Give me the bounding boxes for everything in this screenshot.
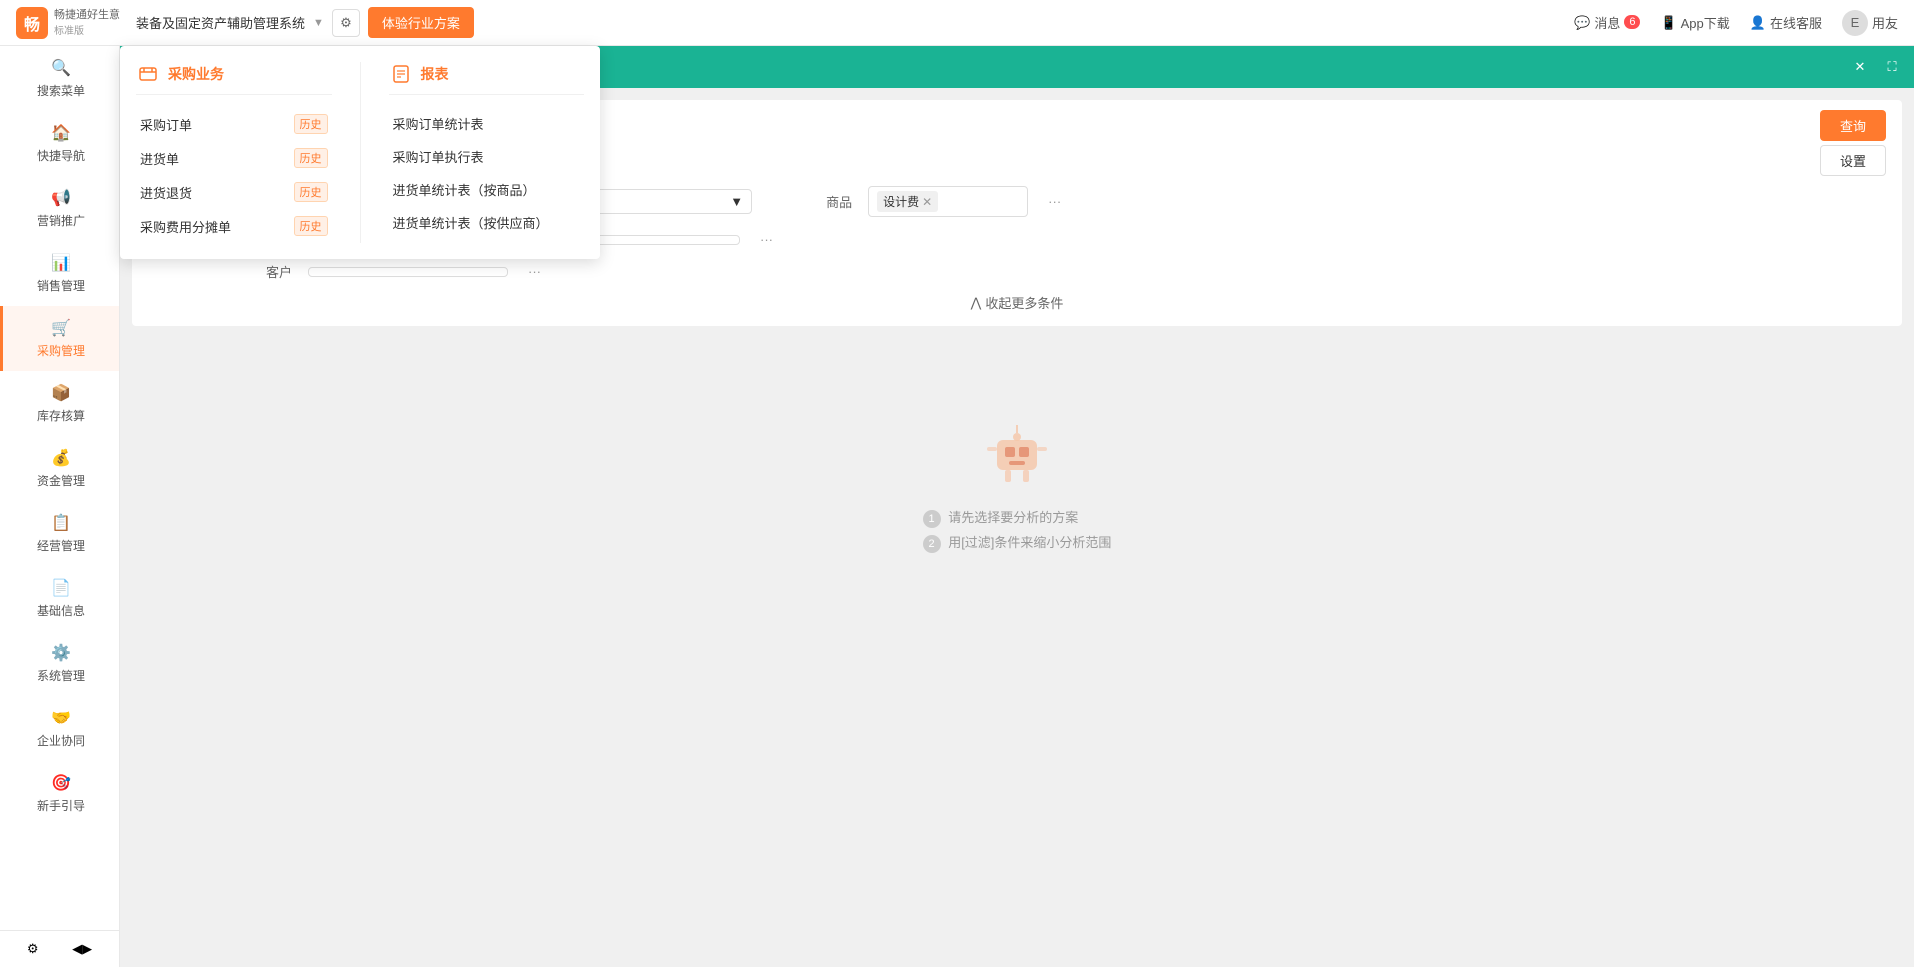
sidebar-item-inventory[interactable]: 📦 库存核算 <box>0 371 119 436</box>
message-icon: 💬 <box>1574 15 1590 31</box>
filter-row-customer: 客户 ··· <box>148 262 1886 281</box>
logo-text: 畅捷通好生意 标准版 <box>54 8 120 37</box>
sidebar-item-guide[interactable]: 🎯 新手引导 <box>0 761 119 826</box>
sidebar-item-system[interactable]: ⚙️ 系统管理 <box>0 631 119 696</box>
search-icon: 🔍 <box>51 58 71 78</box>
setting-button[interactable]: 设置 <box>1820 145 1886 176</box>
tab-close-btn[interactable]: ✕ <box>1846 53 1874 81</box>
doc-status-dropdown-icon: ▼ <box>730 194 743 209</box>
collapse-button[interactable]: ⋀ 收起更多条件 <box>967 289 1068 316</box>
goods-label: 商品 <box>792 192 852 211</box>
purchase-section-header: 采购业务 <box>136 62 332 95</box>
goods-more-btn[interactable]: ··· <box>1044 194 1065 209</box>
app-icon: 📱 <box>1660 15 1676 31</box>
industry-btn[interactable]: 体验行业方案 <box>368 7 474 38</box>
logo-icon: 畅 <box>16 7 48 39</box>
sidebar-item-operation[interactable]: 📋 经营管理 <box>0 501 119 566</box>
top-header: 畅 畅捷通好生意 标准版 装备及固定资产辅助管理系统 ▼ ⚙ 体验行业方案 💬 … <box>0 0 1914 46</box>
query-button[interactable]: 查询 <box>1820 110 1886 141</box>
sidebar-item-enterprise[interactable]: 🤝 企业协同 <box>0 696 119 761</box>
system-icon: ⚙️ <box>51 643 71 663</box>
menu-item-inbound-stat-supplier[interactable]: 进货单统计表（按供应商） <box>389 206 585 239</box>
customer-label: 客户 <box>232 262 292 281</box>
guide-icon: 🎯 <box>51 773 71 793</box>
goods-tag: 设计费 ✕ <box>877 191 938 212</box>
goods-tag-remove[interactable]: ✕ <box>922 195 932 209</box>
purchase-section-icon <box>136 62 160 86</box>
sidebar-collapse-icon[interactable]: ◀▶ <box>72 941 92 957</box>
sidebar-item-sales[interactable]: 📊 销售管理 <box>0 241 119 306</box>
sidebar-settings-icon[interactable]: ⚙ <box>27 941 39 957</box>
tab-bar-controls: ✕ ⛶ <box>1846 53 1906 81</box>
report-section-header: 报表 <box>389 62 585 95</box>
report-section-title: 报表 <box>421 64 449 84</box>
avatar: E <box>1842 10 1868 36</box>
tab-maximize-btn[interactable]: ⛶ <box>1878 53 1906 81</box>
online-service-btn[interactable]: 👤 在线客服 <box>1750 13 1822 32</box>
sidebar-item-search[interactable]: 🔍 搜索菜单 <box>0 46 119 111</box>
menu-item-purchase-order[interactable]: 采购订单 历史 <box>136 107 332 141</box>
service-icon: 👤 <box>1750 15 1766 31</box>
sales-icon: 📊 <box>51 253 71 273</box>
sidebar: 🔍 搜索菜单 🏠 快捷导航 📢 营销推广 📊 销售管理 🛒 采购管理 📦 库存核… <box>0 46 120 967</box>
marketing-icon: 📢 <box>51 188 71 208</box>
inventory-icon: 📦 <box>51 383 71 403</box>
report-section: 报表 采购订单统计表 采购订单执行表 进货单统计表（按商品） 进货单统计表（按供… <box>389 62 585 243</box>
app-download-btn[interactable]: 📱 App下载 <box>1660 13 1729 32</box>
home-icon: 🏠 <box>51 123 71 143</box>
empty-state: 1 请先选择要分析的方案 2 用[过滤]条件来缩小分析范围 <box>132 336 1902 636</box>
empty-robot-icon <box>977 415 1057 495</box>
menu-item-purchase-order-exec[interactable]: 采购订单执行表 <box>389 140 585 173</box>
system-name-text: 装备及固定资产辅助管理系统 <box>136 13 305 32</box>
menu-item-inbound-stat-goods[interactable]: 进货单统计表（按商品） <box>389 173 585 206</box>
system-name-area: 装备及固定资产辅助管理系统 ▼ ⚙ 体验行业方案 <box>136 7 1574 38</box>
settings-gear-button[interactable]: ⚙ <box>332 9 360 37</box>
enterprise-icon: 🤝 <box>51 708 71 728</box>
sidebar-item-marketing[interactable]: 📢 营销推广 <box>0 176 119 241</box>
user-btn[interactable]: E 用友 <box>1842 10 1898 36</box>
message-btn[interactable]: 💬 消息 6 <box>1574 13 1640 32</box>
sidebar-item-purchase[interactable]: 🛒 采购管理 <box>0 306 119 371</box>
collapse-up-icon: ⋀ <box>971 295 982 311</box>
purchase-dropdown-menu: 采购业务 采购订单 历史 进货单 历史 进货退货 历史 采购费用分摊单 历史 <box>120 46 600 259</box>
sidebar-bottom: ⚙ ◀▶ <box>0 930 119 967</box>
purchase-section-title: 采购业务 <box>168 64 224 84</box>
menu-item-purchase-order-stat[interactable]: 采购订单统计表 <box>389 107 585 140</box>
menu-item-cost-allocation[interactable]: 采购费用分摊单 历史 <box>136 209 332 243</box>
purchase-section: 采购业务 采购订单 历史 进货单 历史 进货退货 历史 采购费用分摊单 历史 <box>136 62 332 243</box>
header-right: 💬 消息 6 📱 App下载 👤 在线客服 E 用友 <box>1574 10 1898 36</box>
basic-info-icon: 📄 <box>51 578 71 598</box>
customer-more-btn[interactable]: ··· <box>524 264 545 279</box>
sidebar-item-finance[interactable]: 💰 资金管理 <box>0 436 119 501</box>
operation-icon: 📋 <box>51 513 71 533</box>
section-divider <box>360 62 361 243</box>
menu-item-return[interactable]: 进货退货 历史 <box>136 175 332 209</box>
report-section-icon <box>389 62 413 86</box>
logo-area: 畅 畅捷通好生意 标准版 <box>16 7 136 39</box>
sidebar-item-basic-info[interactable]: 📄 基础信息 <box>0 566 119 631</box>
collapse-row: ⋀ 收起更多条件 <box>148 289 1886 316</box>
salesman-more-btn[interactable]: ··· <box>756 232 777 247</box>
system-name-dropdown-icon[interactable]: ▼ <box>313 17 324 29</box>
purchase-icon: 🛒 <box>51 318 71 338</box>
empty-tips: 1 请先选择要分析的方案 2 用[过滤]条件来缩小分析范围 <box>923 507 1112 557</box>
sidebar-item-nav[interactable]: 🏠 快捷导航 <box>0 111 119 176</box>
customer-filter[interactable] <box>308 267 508 277</box>
menu-item-inbound[interactable]: 进货单 历史 <box>136 141 332 175</box>
goods-filter[interactable]: 设计费 ✕ <box>868 186 1028 217</box>
finance-icon: 💰 <box>51 448 71 468</box>
